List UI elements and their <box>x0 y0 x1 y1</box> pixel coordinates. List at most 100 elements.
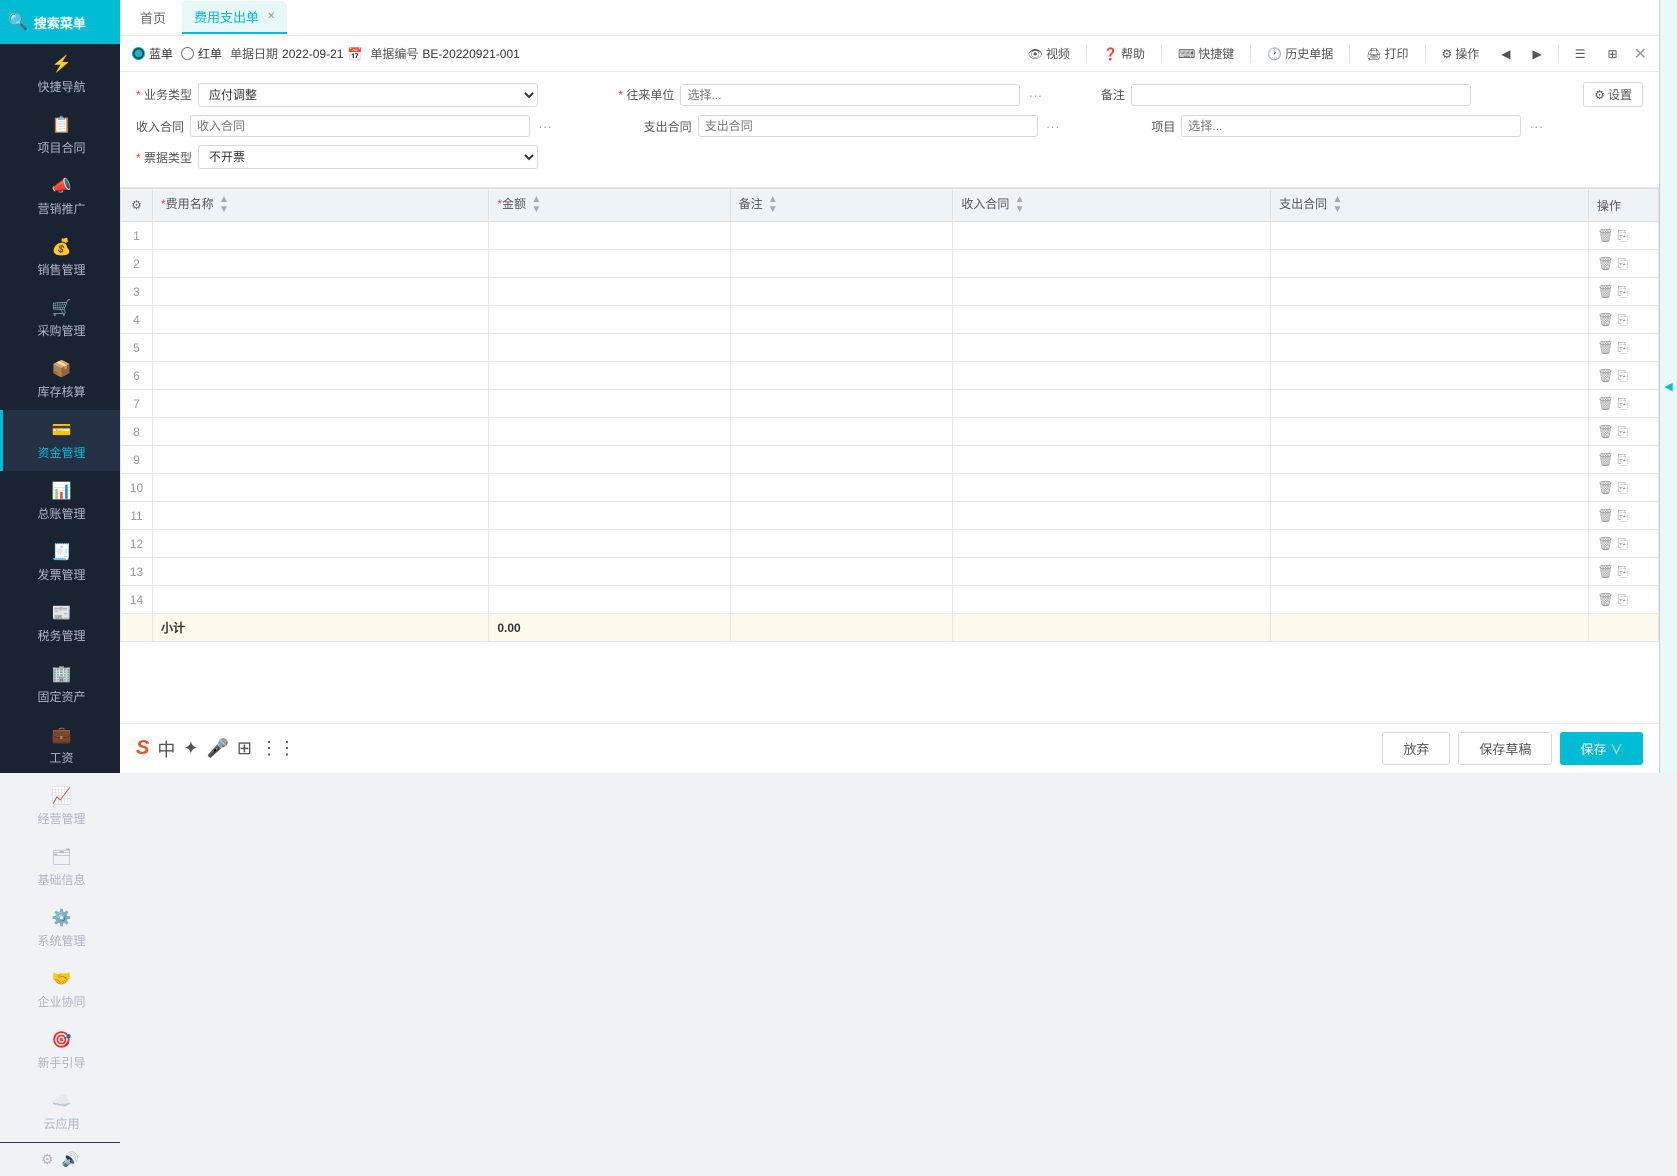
row-expense-contract[interactable] <box>1271 306 1589 334</box>
row-remark[interactable] <box>730 334 953 362</box>
footer-icon-2[interactable]: ✦ <box>183 738 198 759</box>
sidebar-item-system[interactable]: ⚙️ 系统管理 <box>0 898 120 959</box>
row-expense-name[interactable] <box>153 558 489 586</box>
shortcuts-btn[interactable]: ⌨ 快捷键 <box>1172 42 1240 65</box>
blue-radio[interactable] <box>132 47 145 60</box>
prev-btn[interactable]: ◀ <box>1495 44 1516 64</box>
row-income-contract[interactable] <box>953 250 1271 278</box>
row-delete-icon[interactable]: 🗑 <box>1597 256 1614 272</box>
unit-input[interactable] <box>680 84 1020 106</box>
sidebar-item-contracts[interactable]: 📋 项目合同 <box>0 105 120 166</box>
row-copy-icon[interactable]: ⎘ <box>1618 452 1628 468</box>
actions-btn[interactable]: ⚙ 操作 <box>1436 42 1486 65</box>
next-btn[interactable]: ▶ <box>1527 44 1548 64</box>
row-remark[interactable] <box>730 502 953 530</box>
row-expense-contract[interactable] <box>1271 418 1589 446</box>
row-amount[interactable] <box>489 558 730 586</box>
row-remark[interactable] <box>730 278 953 306</box>
row-delete-icon[interactable]: 🗑 <box>1597 284 1614 300</box>
row-expense-name[interactable] <box>153 530 489 558</box>
row-amount[interactable] <box>489 306 730 334</box>
footer-mic-icon[interactable]: 🎤 <box>206 738 228 759</box>
sort-expense-name[interactable]: ▲▼ <box>219 195 229 215</box>
sidebar-item-inventory[interactable]: 📦 库存核算 <box>0 349 120 410</box>
volume-icon[interactable]: 🔊 <box>62 1151 79 1168</box>
remark-input[interactable] <box>1131 84 1471 106</box>
row-expense-contract[interactable] <box>1271 250 1589 278</box>
row-delete-icon[interactable]: 🗑 <box>1597 368 1614 384</box>
row-delete-icon[interactable]: 🗑 <box>1597 228 1614 244</box>
sidebar-item-newbie[interactable]: 🎯 新手引导 <box>0 1020 120 1081</box>
row-copy-icon[interactable]: ⎘ <box>1618 536 1628 552</box>
row-amount[interactable] <box>489 502 730 530</box>
row-income-contract[interactable] <box>953 586 1271 614</box>
row-amount[interactable] <box>489 390 730 418</box>
row-expense-contract[interactable] <box>1271 502 1589 530</box>
row-copy-icon[interactable]: ⎘ <box>1618 564 1628 580</box>
row-income-contract[interactable] <box>953 278 1271 306</box>
row-income-contract[interactable] <box>953 222 1271 250</box>
row-income-contract[interactable] <box>953 362 1271 390</box>
sidebar-item-ops[interactable]: 📈 经营管理 <box>0 776 120 837</box>
row-income-contract[interactable] <box>953 446 1271 474</box>
footer-icon-1[interactable]: 中 <box>157 736 175 762</box>
row-amount[interactable] <box>489 334 730 362</box>
row-amount[interactable] <box>489 418 730 446</box>
row-copy-icon[interactable]: ⎘ <box>1618 424 1628 440</box>
col-gear-header[interactable]: ⚙ <box>121 189 153 222</box>
sidebar-item-invoices[interactable]: 🧾 发票管理 <box>0 532 120 593</box>
row-copy-icon[interactable]: ⎘ <box>1618 256 1628 272</box>
footer-icon-3[interactable]: ⊞ <box>237 738 252 759</box>
tab-expense[interactable]: 费用支出单✕ <box>182 1 287 34</box>
income-contract-dots[interactable]: ··· <box>538 118 552 134</box>
tab-home[interactable]: 首页 <box>128 2 178 33</box>
row-income-contract[interactable] <box>953 530 1271 558</box>
income-contract-input[interactable] <box>190 115 530 137</box>
red-radio[interactable] <box>181 47 194 60</box>
row-expense-name[interactable] <box>153 362 489 390</box>
row-income-contract[interactable] <box>953 306 1271 334</box>
row-expense-name[interactable] <box>153 586 489 614</box>
row-copy-icon[interactable]: ⎘ <box>1618 340 1628 356</box>
set-button[interactable]: ⚙ 设置 <box>1583 82 1643 107</box>
sidebar-item-sales[interactable]: 💰 销售管理 <box>0 227 120 288</box>
sidebar-item-marketing[interactable]: 📣 营销推广 <box>0 166 120 227</box>
row-expense-name[interactable] <box>153 222 489 250</box>
row-amount[interactable] <box>489 586 730 614</box>
row-expense-name[interactable] <box>153 306 489 334</box>
row-expense-contract[interactable] <box>1271 278 1589 306</box>
row-remark[interactable] <box>730 362 953 390</box>
row-remark[interactable] <box>730 222 953 250</box>
right-panel[interactable]: ◀ <box>1659 0 1677 773</box>
row-expense-name[interactable] <box>153 334 489 362</box>
row-amount[interactable] <box>489 278 730 306</box>
row-amount[interactable] <box>489 222 730 250</box>
row-amount[interactable] <box>489 474 730 502</box>
row-remark[interactable] <box>730 306 953 334</box>
row-delete-icon[interactable]: 🗑 <box>1597 508 1614 524</box>
sort-income-contract[interactable]: ▲▼ <box>1015 195 1025 215</box>
row-expense-contract[interactable] <box>1271 362 1589 390</box>
col-remark-header[interactable]: 备注 ▲▼ <box>730 189 953 222</box>
row-income-contract[interactable] <box>953 390 1271 418</box>
row-remark[interactable] <box>730 250 953 278</box>
row-copy-icon[interactable]: ⎘ <box>1618 508 1628 524</box>
row-expense-name[interactable] <box>153 390 489 418</box>
expense-contract-input[interactable] <box>698 115 1038 137</box>
row-remark[interactable] <box>730 390 953 418</box>
calendar-icon[interactable]: 📅 <box>347 47 362 61</box>
row-amount[interactable] <box>489 250 730 278</box>
row-expense-name[interactable] <box>153 250 489 278</box>
row-expense-contract[interactable] <box>1271 334 1589 362</box>
row-copy-icon[interactable]: ⎘ <box>1618 368 1628 384</box>
red-radio-label[interactable]: 红单 <box>181 45 222 62</box>
row-income-contract[interactable] <box>953 502 1271 530</box>
sort-remark[interactable]: ▲▼ <box>768 195 778 215</box>
row-income-contract[interactable] <box>953 334 1271 362</box>
row-copy-icon[interactable]: ⎘ <box>1618 480 1628 496</box>
col-income-contract-header[interactable]: 收入合同 ▲▼ <box>953 189 1271 222</box>
save-button[interactable]: 保存 ∨ <box>1560 732 1643 765</box>
sidebar-item-purchasing[interactable]: 🛒 采购管理 <box>0 288 120 349</box>
row-delete-icon[interactable]: 🗑 <box>1597 564 1614 580</box>
row-copy-icon[interactable]: ⎘ <box>1618 284 1628 300</box>
